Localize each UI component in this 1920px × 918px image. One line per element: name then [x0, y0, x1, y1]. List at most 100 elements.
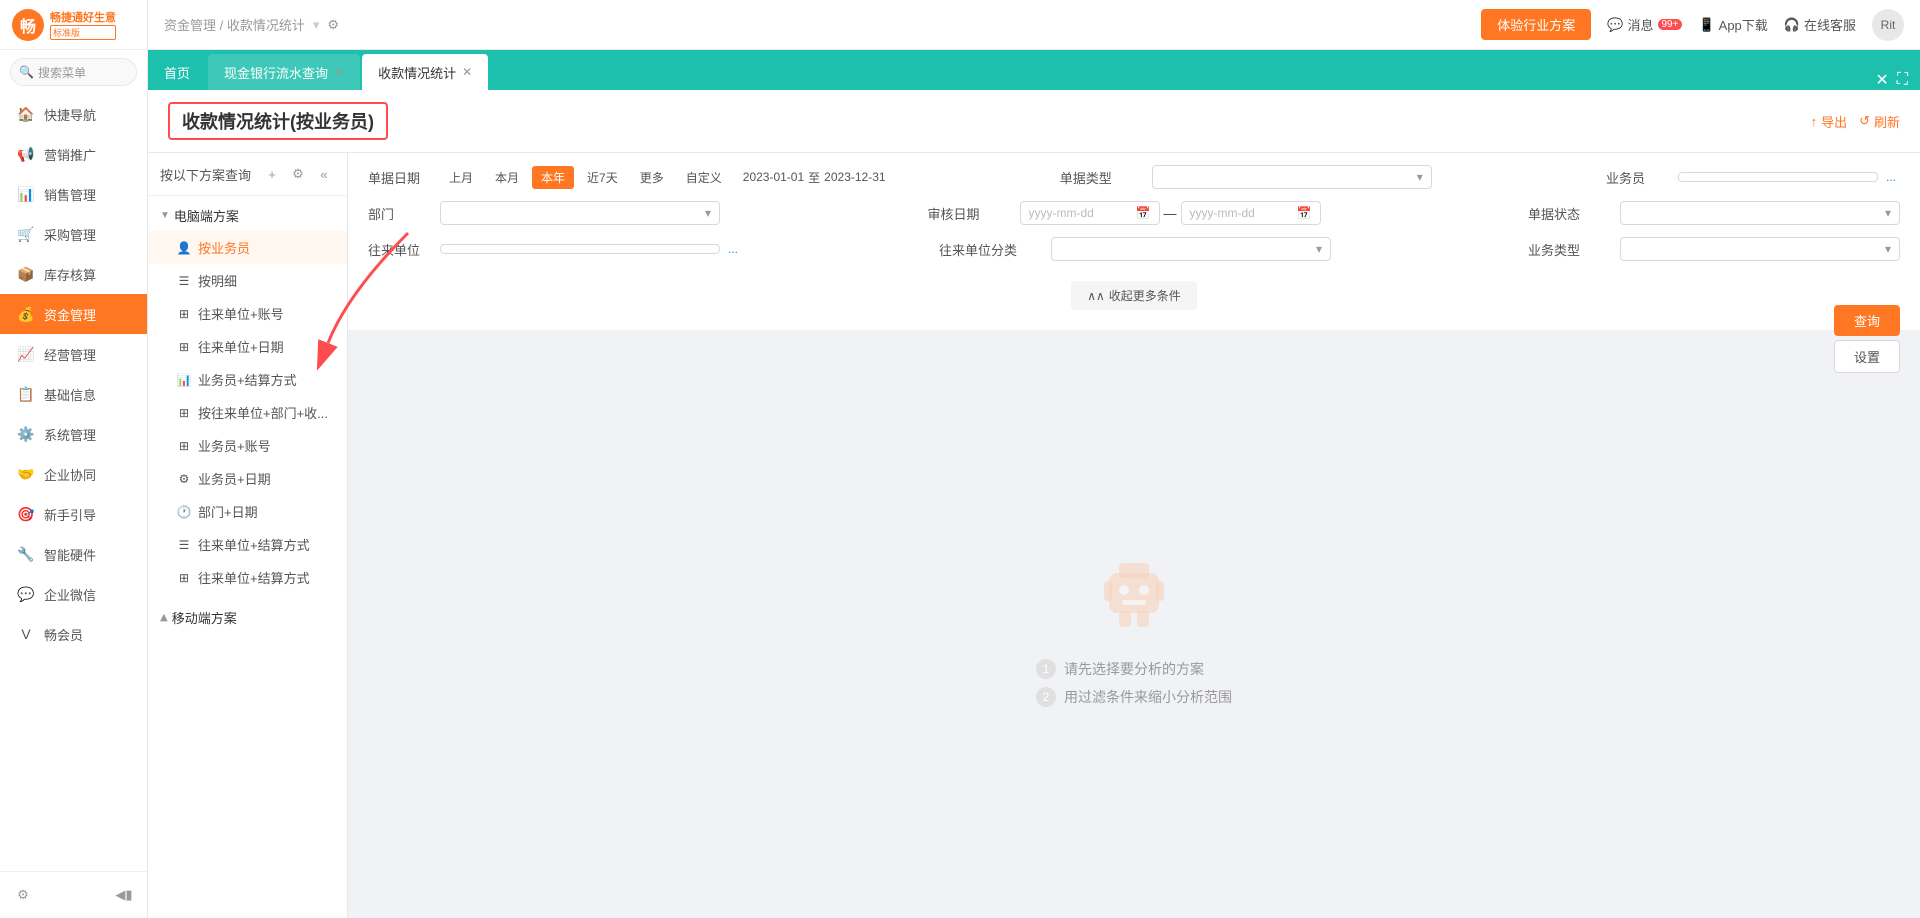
voucher-type-label: 单据类型: [1060, 168, 1140, 187]
sidebar-item-operation[interactable]: 📈 经营管理: [0, 334, 147, 374]
collapse-conditions-btn[interactable]: ∧∧ 收起更多条件: [1071, 281, 1197, 310]
review-date-label: 审核日期: [928, 204, 1008, 223]
date-tab-more[interactable]: 更多: [631, 166, 673, 189]
sidebar-item-member[interactable]: V 畅会员: [0, 614, 147, 654]
date-tab-custom[interactable]: 自定义: [677, 166, 731, 189]
message-action[interactable]: 💬 消息 99+: [1607, 15, 1682, 34]
scheme-item-by-detail[interactable]: ☰ 按明细: [148, 264, 347, 297]
list-icon: ☰: [176, 273, 192, 289]
scheme-item-dept-date[interactable]: 🕐 部门+日期: [148, 495, 347, 528]
demo-button[interactable]: 体验行业方案: [1481, 9, 1591, 40]
sidebar-item-label: 畅会员: [44, 625, 83, 644]
sidebar-item-sales[interactable]: 📊 销售管理: [0, 174, 147, 214]
group-arrow-collapsed-icon: ▶: [158, 614, 169, 622]
scheme-item-label: 业务员+结算方式: [198, 370, 297, 389]
dept-select[interactable]: ▾: [440, 201, 720, 225]
review-date-to[interactable]: yyyy-mm-dd 📅: [1181, 201, 1321, 225]
partner-more-btn[interactable]: ...: [728, 242, 738, 256]
tab-collection[interactable]: 收款情况统计 ✕: [362, 54, 488, 90]
search-bottom-row: ∧∧ 收起更多条件: [368, 273, 1900, 318]
tab-bank[interactable]: 现金银行流水查询 ✕: [208, 54, 360, 90]
partner-category-select[interactable]: ▾: [1051, 237, 1331, 261]
scheme-group-desktop-header[interactable]: ▼ 电脑端方案: [148, 200, 347, 231]
partner-select[interactable]: [440, 244, 720, 254]
sidebar-item-marketing[interactable]: 📢 营销推广: [0, 134, 147, 174]
sidebar-item-wechat[interactable]: 💬 企业微信: [0, 574, 147, 614]
sidebar-item-purchase[interactable]: 🛒 采购管理: [0, 214, 147, 254]
sidebar-item-inventory[interactable]: 📦 库存核算: [0, 254, 147, 294]
system-icon: ⚙️: [16, 424, 36, 444]
voucher-type-select[interactable]: ▾: [1152, 165, 1432, 189]
refresh-button[interactable]: ↺ 刷新: [1859, 112, 1900, 131]
scheme-item-label: 往来单位+结算方式: [198, 568, 310, 587]
search-menu-button[interactable]: 🔍 搜索菜单: [10, 58, 137, 86]
scheme-item-partner-date[interactable]: ⊞ 往来单位+日期: [148, 330, 347, 363]
tip-num-2: 2: [1036, 687, 1056, 707]
partner-category-dropdown-icon: ▾: [1316, 242, 1322, 256]
close-window-btn[interactable]: ✕: [1875, 70, 1888, 90]
tab-controls: ✕ ⛶: [1863, 70, 1920, 90]
sidebar-item-label: 新手引导: [44, 505, 96, 524]
date-tab-this-year[interactable]: 本年: [532, 166, 574, 189]
empty-tip-2: 2 用过滤条件来缩小分析范围: [1036, 687, 1232, 707]
query-button[interactable]: 查询: [1834, 305, 1900, 336]
tab-bank-close[interactable]: ✕: [334, 65, 344, 79]
review-date-from-placeholder: yyyy-mm-dd: [1029, 206, 1094, 220]
scheme-item-partner-settle2[interactable]: ⊞ 往来单位+结算方式: [148, 561, 347, 594]
scheme-item-salesperson-settle[interactable]: 📊 业务员+结算方式: [148, 363, 347, 396]
export-button[interactable]: ↑ 导出: [1811, 112, 1848, 131]
dept-dropdown-icon: ▾: [705, 206, 711, 220]
scheme-item-partner-account[interactable]: ⊞ 往来单位+账号: [148, 297, 347, 330]
voucher-status-dropdown-icon: ▾: [1885, 206, 1891, 220]
tab-home[interactable]: 首页: [148, 54, 206, 90]
scheme-add-btn[interactable]: +: [261, 163, 283, 185]
avatar[interactable]: Rit: [1872, 9, 1904, 41]
inventory-icon: 📦: [16, 264, 36, 284]
review-date-calendar-from-icon: 📅: [1136, 206, 1151, 220]
sidebar-item-label: 系统管理: [44, 425, 96, 444]
sidebar-item-finance[interactable]: 💰 资金管理: [0, 294, 147, 334]
list2-icon: ☰: [176, 537, 192, 553]
scheme-collapse-btn[interactable]: «: [313, 163, 335, 185]
scheme-group-mobile-header[interactable]: ▶ 移动端方案: [148, 602, 347, 633]
scheme-setting-btn[interactable]: ⚙: [287, 163, 309, 185]
breadcrumb-separator: ▾: [313, 17, 320, 33]
table3-icon: ⊞: [176, 405, 192, 421]
date-tab-last-month[interactable]: 上月: [440, 166, 482, 189]
hardware-icon: 🔧: [16, 544, 36, 564]
scheme-group-mobile: ▶ 移动端方案: [148, 598, 347, 637]
marketing-icon: 📢: [16, 144, 36, 164]
app-download-action[interactable]: 📱 App下载: [1698, 15, 1767, 34]
sidebar-item-hardware[interactable]: 🔧 智能硬件: [0, 534, 147, 574]
sidebar-item-basic[interactable]: 📋 基础信息: [0, 374, 147, 414]
gear-settings-btn[interactable]: ⚙: [327, 17, 339, 33]
salesperson-label: 业务员: [1606, 168, 1666, 187]
settings-bottom-button[interactable]: ⚙: [8, 880, 38, 910]
scheme-panel-title: 按以下方案查询: [160, 165, 251, 184]
sidebar-item-quicknav[interactable]: 🏠 快捷导航: [0, 94, 147, 134]
operation-icon: 📈: [16, 344, 36, 364]
sidebar-item-system[interactable]: ⚙️ 系统管理: [0, 414, 147, 454]
set-button[interactable]: 设置: [1834, 340, 1900, 373]
date-tab-7days[interactable]: 近7天: [578, 166, 627, 189]
collapse-sidebar-button[interactable]: ◀▮: [109, 880, 139, 910]
online-service-action[interactable]: 🎧 在线客服: [1784, 15, 1856, 34]
voucher-status-select[interactable]: ▾: [1620, 201, 1900, 225]
scheme-item-by-salesperson[interactable]: 👤 按业务员: [148, 231, 347, 264]
sidebar-item-guide[interactable]: 🎯 新手引导: [0, 494, 147, 534]
scheme-item-partner-settle1[interactable]: ☰ 往来单位+结算方式: [148, 528, 347, 561]
date-tab-this-month[interactable]: 本月: [486, 166, 528, 189]
sidebar-item-coop[interactable]: 🤝 企业协同: [0, 454, 147, 494]
review-date-from[interactable]: yyyy-mm-dd 📅: [1020, 201, 1160, 225]
scheme-item-salesperson-date[interactable]: ⚙ 业务员+日期: [148, 462, 347, 495]
business-type-select[interactable]: ▾: [1620, 237, 1900, 261]
main-area: 资金管理 / 收款情况统计 ▾ ⚙ 体验行业方案 💬 消息 99+ 📱 App下…: [148, 0, 1920, 918]
salesperson-more-btn[interactable]: ...: [1886, 170, 1896, 184]
salesperson-select[interactable]: [1678, 172, 1878, 182]
header-left: 资金管理 / 收款情况统计 ▾ ⚙: [164, 15, 339, 34]
purchase-icon: 🛒: [16, 224, 36, 244]
tab-collection-close[interactable]: ✕: [462, 65, 472, 79]
scheme-item-partner-dept[interactable]: ⊞ 按往来单位+部门+收...: [148, 396, 347, 429]
scheme-item-salesperson-account[interactable]: ⊞ 业务员+账号: [148, 429, 347, 462]
maximize-window-btn[interactable]: ⛶: [1897, 71, 1908, 89]
